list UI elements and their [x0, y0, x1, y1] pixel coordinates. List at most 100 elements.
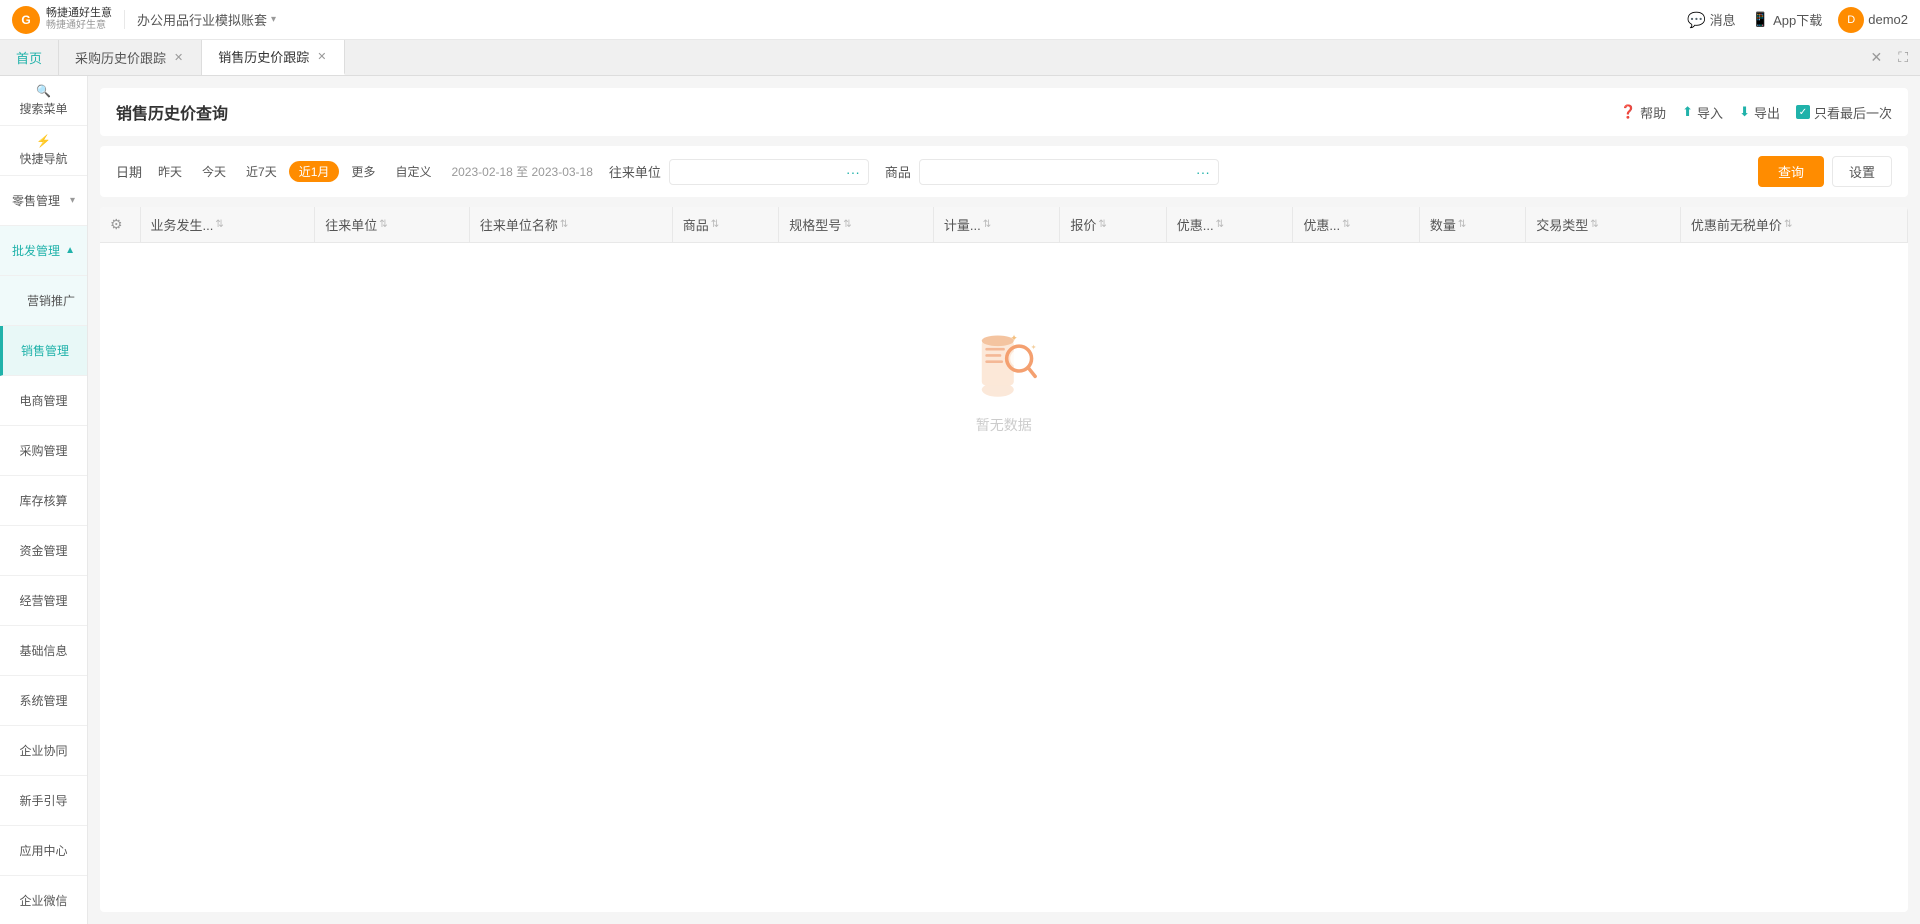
sort-unit-icon: ⇅ [983, 219, 991, 230]
sidebar-item-inventory[interactable]: 库存核算 [0, 476, 87, 526]
sidebar-item-enterprise[interactable]: 企业协同 [0, 726, 87, 776]
sidebar-item-ecommerce-label: 电商管理 [19, 392, 67, 409]
search-menu-icon: 🔍 [36, 84, 51, 98]
th-unit[interactable]: 计量... ⇅ [933, 207, 1060, 243]
th-quote[interactable]: 报价 ⇅ [1060, 207, 1166, 243]
top-bar: G 畅捷通好生意 畅捷通好生意 办公用品行业模拟账套 ▾ 💬 消息 📱 App下… [0, 0, 1920, 40]
sidebar-item-basic-info[interactable]: 基础信息 [0, 626, 87, 676]
th-qty-label: 数量 [1430, 215, 1456, 234]
empty-cell: ✦ ✦ 暂无数据 [100, 243, 1908, 516]
tab-maximize-btn[interactable]: ⛶ [1894, 45, 1912, 70]
tab-bar: 首页 采购历史价跟踪 ✕ 销售历史价跟踪 ✕ ✕ ⛶ [0, 40, 1920, 76]
sidebar-item-wechat[interactable]: 企业微信 [0, 876, 87, 924]
download-icon: 📱 [1752, 11, 1769, 28]
app-title-dropdown[interactable]: ▾ [271, 14, 276, 25]
content-area: 销售历史价查询 ❓ 帮助 ⬆ 导入 ⬇ 导出 ✓ 只看最后一次 [88, 76, 1920, 924]
sort-qty-icon: ⇅ [1458, 219, 1466, 230]
message-btn[interactable]: 💬 消息 [1687, 10, 1736, 29]
sort-quote-icon: ⇅ [1098, 219, 1106, 230]
sidebar-item-marketing-label: 营销推广 [27, 292, 75, 309]
settings-btn[interactable]: 设置 [1832, 156, 1892, 187]
top-bar-left: G 畅捷通好生意 畅捷通好生意 办公用品行业模拟账套 ▾ [12, 6, 276, 34]
tab-sales-label: 销售历史价跟踪 [218, 47, 309, 66]
th-biz-date-label: 业务发生... [151, 215, 214, 234]
sidebar-item-sales-label: 销售管理 [21, 342, 69, 359]
last-only-checkbox[interactable]: ✓ [1796, 105, 1810, 119]
quick-nav-icon: ⚡ [36, 134, 51, 148]
th-discount2[interactable]: 优惠... ⇅ [1293, 207, 1420, 243]
tab-close-all-btn[interactable]: ✕ [1866, 45, 1886, 70]
sidebar-item-retail-mgmt[interactable]: 零售管理 ▾ [0, 176, 87, 226]
th-pre-tax[interactable]: 优惠前无税单价 ⇅ [1680, 207, 1907, 243]
sidebar-item-search-menu-label: 搜索菜单 [19, 100, 67, 117]
th-discount1[interactable]: 优惠... ⇅ [1166, 207, 1293, 243]
table-container: ⚙ 业务发生... ⇅ 往来单位 ⇅ [100, 207, 1908, 912]
th-partner-name[interactable]: 往来单位名称 ⇅ [469, 207, 672, 243]
sidebar-item-marketing[interactable]: 营销推广 [0, 276, 87, 326]
product-input[interactable]: ··· [919, 159, 1219, 185]
date-btn-more[interactable]: 更多 [343, 161, 383, 182]
partner-input[interactable]: ··· [669, 159, 869, 185]
sidebar-item-guide[interactable]: 新手引导 [0, 776, 87, 826]
app-download-btn[interactable]: 📱 App下载 [1752, 10, 1823, 29]
page-header: 销售历史价查询 ❓ 帮助 ⬆ 导入 ⬇ 导出 ✓ 只看最后一次 [100, 88, 1908, 136]
gear-icon[interactable]: ⚙ [110, 216, 123, 232]
date-btn-custom[interactable]: 自定义 [387, 161, 439, 182]
th-qty[interactable]: 数量 ⇅ [1419, 207, 1525, 243]
sidebar-item-sales-mgmt[interactable]: 销售管理 [0, 326, 87, 376]
logo-area: G 畅捷通好生意 畅捷通好生意 [12, 6, 112, 34]
tab-home[interactable]: 首页 [0, 40, 59, 75]
th-discount1-label: 优惠... [1177, 215, 1214, 234]
th-unit-label: 计量... [944, 215, 981, 234]
date-btn-yesterday[interactable]: 昨天 [150, 161, 190, 182]
sidebar-item-quick-nav[interactable]: ⚡ 快捷导航 [0, 126, 87, 176]
sidebar-item-finance-label: 资金管理 [19, 542, 67, 559]
export-btn[interactable]: ⬇ 导出 [1739, 103, 1780, 122]
sidebar-item-wholesale-mgmt[interactable]: 批发管理 ▲ [0, 226, 87, 276]
date-btn-7days[interactable]: 近7天 [238, 161, 285, 182]
query-btn[interactable]: 查询 [1758, 156, 1824, 187]
sidebar-item-ecommerce[interactable]: 电商管理 [0, 376, 87, 426]
tab-bar-actions: ✕ ⛶ [1866, 40, 1920, 75]
last-only-checkbox-label[interactable]: ✓ 只看最后一次 [1796, 103, 1892, 122]
th-partner-code-label: 往来单位 [325, 215, 377, 234]
sidebar-item-purchase-label: 采购管理 [19, 442, 67, 459]
product-dots-icon: ··· [1196, 164, 1210, 180]
table-head: ⚙ 业务发生... ⇅ 往来单位 ⇅ [100, 207, 1908, 243]
sidebar-item-search-menu[interactable]: 🔍 搜索菜单 [0, 76, 87, 126]
help-btn[interactable]: ❓ 帮助 [1620, 103, 1666, 122]
sidebar-item-finance[interactable]: 资金管理 [0, 526, 87, 576]
import-btn[interactable]: ⬆ 导入 [1682, 103, 1723, 122]
date-btn-today[interactable]: 今天 [194, 161, 234, 182]
tab-sales-history[interactable]: 销售历史价跟踪 ✕ [202, 40, 345, 75]
empty-row: ✦ ✦ 暂无数据 [100, 243, 1908, 516]
th-partner-code[interactable]: 往来单位 ⇅ [315, 207, 470, 243]
sidebar-item-app-center[interactable]: 应用中心 [0, 826, 87, 876]
retail-arrow-icon: ▾ [70, 195, 75, 206]
th-biz-date[interactable]: 业务发生... ⇅ [140, 207, 315, 243]
avatar: D [1838, 7, 1864, 33]
sidebar: 🔍 搜索菜单 ⚡ 快捷导航 零售管理 ▾ 批发管理 ▲ 营销推广 销售管理 电商… [0, 76, 88, 924]
tab-purchase-history[interactable]: 采购历史价跟踪 ✕ [59, 40, 202, 75]
date-filter-group: 日期 昨天 今天 近7天 近1月 更多 自定义 2023-02-18 至 202… [116, 161, 593, 182]
tab-purchase-close[interactable]: ✕ [172, 50, 185, 65]
user-area[interactable]: D demo2 [1838, 7, 1908, 33]
sidebar-item-operations[interactable]: 经营管理 [0, 576, 87, 626]
svg-text:✦: ✦ [1030, 344, 1036, 352]
logo-icon: G [12, 6, 40, 34]
sidebar-item-system[interactable]: 系统管理 [0, 676, 87, 726]
date-btn-1month[interactable]: 近1月 [289, 161, 340, 182]
th-spec[interactable]: 规格型号 ⇅ [779, 207, 934, 243]
filter-bar: 日期 昨天 今天 近7天 近1月 更多 自定义 2023-02-18 至 202… [100, 146, 1908, 197]
sort-partner-code-icon: ⇅ [379, 219, 387, 230]
sidebar-item-purchase[interactable]: 采购管理 [0, 426, 87, 476]
date-buttons: 昨天 今天 近7天 近1月 更多 自定义 [150, 161, 439, 182]
th-quote-label: 报价 [1070, 215, 1096, 234]
message-icon: 💬 [1687, 11, 1706, 29]
tab-sales-close[interactable]: ✕ [315, 49, 328, 64]
table-body: ✦ ✦ 暂无数据 [100, 243, 1908, 516]
sort-spec-icon: ⇅ [843, 219, 851, 230]
th-trade-type[interactable]: 交易类型 ⇅ [1526, 207, 1681, 243]
partner-dots-icon: ··· [846, 164, 860, 180]
th-product[interactable]: 商品 ⇅ [672, 207, 778, 243]
